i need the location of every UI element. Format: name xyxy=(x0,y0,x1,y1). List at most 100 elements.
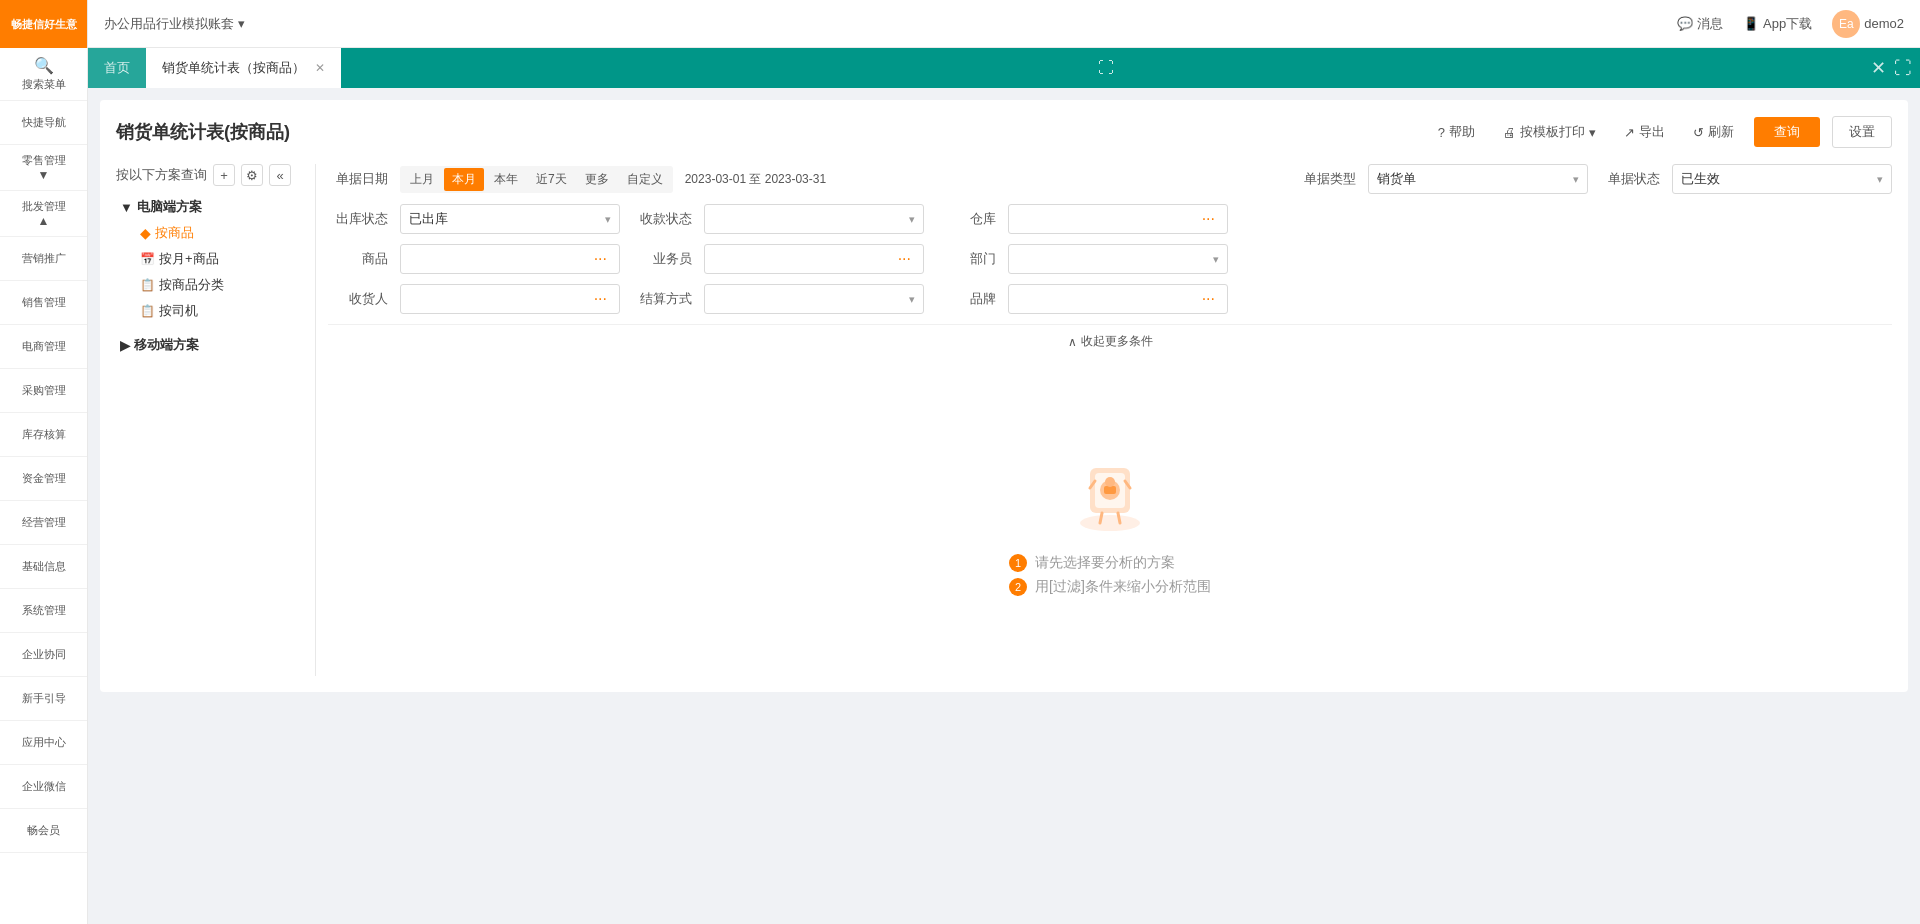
sidebar-item-sales[interactable]: 销售管理 xyxy=(0,281,87,325)
settings-btn[interactable]: 设置 xyxy=(1832,116,1892,148)
company-selector[interactable]: 办公用品行业模拟账套 ▾ xyxy=(104,15,245,33)
sidebar-item-wechat[interactable]: 企业微信 xyxy=(0,765,87,809)
page-actions: ? 帮助 🖨 按模板打印 ▾ ↗ 导出 ↺ 刷新 xyxy=(1430,116,1892,148)
tree-item-by-category[interactable]: 📋 按商品分类 xyxy=(132,272,303,298)
company-name: 办公用品行业模拟账套 xyxy=(104,15,234,33)
cashier-icon: 📋 xyxy=(140,304,155,318)
svg-rect-4 xyxy=(1104,486,1116,494)
sidebar-item-quicknav[interactable]: 快捷导航 xyxy=(0,101,87,145)
sidebar-item-finance[interactable]: 资金管理 xyxy=(0,457,87,501)
page-header: 销货单统计表(按商品) ? 帮助 🖨 按模板打印 ▾ ↗ 导出 xyxy=(116,116,1892,148)
doc-status-arrow-icon: ▾ xyxy=(1877,173,1883,186)
date-tab-this-month[interactable]: 本月 xyxy=(444,168,484,191)
date-tab-this-year[interactable]: 本年 xyxy=(486,168,526,191)
empty-hint: 1 请先选择要分析的方案 2 用[过滤]条件来缩小分析范围 xyxy=(1009,554,1211,596)
sidebar-item-retail[interactable]: 零售管理 ▼ xyxy=(0,145,87,191)
collapse-panel-btn[interactable]: « xyxy=(269,164,291,186)
user-profile[interactable]: Ea demo2 xyxy=(1832,10,1904,38)
date-tab-last-7-days[interactable]: 近7天 xyxy=(528,168,575,191)
print-btn[interactable]: 🖨 按模板打印 ▾ xyxy=(1495,119,1604,145)
sidebar-item-marketing[interactable]: 营销推广 xyxy=(0,237,87,281)
tree-mobile-group[interactable]: ▶ 移动端方案 xyxy=(116,332,303,358)
page-container: 销货单统计表(按商品) ? 帮助 🖨 按模板打印 ▾ ↗ 导出 xyxy=(100,100,1908,692)
tree-item-by-month-goods[interactable]: 📅 按月+商品 xyxy=(132,246,303,272)
sidebar-item-vip[interactable]: 畅会员 xyxy=(0,809,87,853)
tree-pc-group[interactable]: ▼ 电脑端方案 xyxy=(116,194,303,220)
search-icon: 🔍 xyxy=(34,56,54,75)
avatar: Ea xyxy=(1832,10,1860,38)
out-status-select[interactable]: 已出库 ▾ xyxy=(400,204,620,234)
topbar: 办公用品行业模拟账套 ▾ 💬 消息 📱 App下载 Ea demo2 xyxy=(88,0,1920,48)
receipt-status-arrow-icon: ▾ xyxy=(909,213,915,226)
sales-report-tab-label: 销货单统计表（按商品） xyxy=(162,59,305,77)
receipt-status-select[interactable]: ▾ xyxy=(704,204,924,234)
sidebar-item-basic[interactable]: 基础信息 xyxy=(0,545,87,589)
warehouse-select[interactable]: ··· xyxy=(1008,204,1228,234)
brand-select[interactable]: ··· xyxy=(1008,284,1228,314)
goods-select[interactable]: ··· xyxy=(400,244,620,274)
date-range-display: 2023-03-01 至 2023-03-31 xyxy=(685,171,826,188)
tree-item-by-cashier[interactable]: 📋 按司机 xyxy=(132,298,303,324)
doc-type-select[interactable]: 销货单 ▾ xyxy=(1368,164,1588,194)
date-tab-last-month[interactable]: 上月 xyxy=(402,168,442,191)
date-tab-more[interactable]: 更多 xyxy=(577,168,617,191)
sidebar-item-enterprise[interactable]: 企业协同 xyxy=(0,633,87,677)
dept-arrow-icon: ▾ xyxy=(1213,253,1219,266)
empty-state: 1 请先选择要分析的方案 2 用[过滤]条件来缩小分析范围 xyxy=(328,358,1892,676)
scheme-settings-btn[interactable]: ⚙ xyxy=(241,164,263,186)
doc-type-label: 单据类型 xyxy=(1296,170,1356,188)
staff-dots-icon[interactable]: ··· xyxy=(894,250,915,268)
svg-line-8 xyxy=(1100,513,1102,523)
filter-row-1: 单据日期 上月 本月 本年 近7天 更多 自定义 2023-03-01 至 20… xyxy=(328,164,1892,194)
filter-area: 按以下方案查询 + ⚙ « ▼ 电脑端方案 ◆ 按商品 xyxy=(116,164,1892,676)
sidebar-item-search[interactable]: 🔍 搜索菜单 xyxy=(0,48,87,101)
tab-expand-btn[interactable]: ⛶ xyxy=(1086,59,1126,77)
app-download-btn[interactable]: 📱 App下载 xyxy=(1743,15,1812,33)
sidebar-item-wholesale[interactable]: 批发管理 ▲ xyxy=(0,191,87,237)
collapse-btn[interactable]: ∧ 收起更多条件 xyxy=(1068,333,1153,350)
date-tabs: 上月 本月 本年 近7天 更多 自定义 xyxy=(400,166,673,193)
tabbar: 首页 销货单统计表（按商品） ✕ ⛶ ✕ ⛶ xyxy=(88,48,1920,88)
receiver-select[interactable]: ··· xyxy=(400,284,620,314)
tree-item-by-goods[interactable]: ◆ 按商品 xyxy=(132,220,303,246)
hint-item-2: 2 用[过滤]条件来缩小分析范围 xyxy=(1009,578,1211,596)
payment-select[interactable]: ▾ xyxy=(704,284,924,314)
filter-row-2: 出库状态 已出库 ▾ 收款状态 ▾ 仓库 ··· xyxy=(328,204,1892,234)
brand-dots-icon[interactable]: ··· xyxy=(1198,290,1219,308)
sidebar-item-operations[interactable]: 经营管理 xyxy=(0,501,87,545)
goods-dots-icon[interactable]: ··· xyxy=(590,250,611,268)
tab-home[interactable]: 首页 xyxy=(88,48,146,88)
warehouse-dots-icon[interactable]: ··· xyxy=(1198,210,1219,228)
staff-select[interactable]: ··· xyxy=(704,244,924,274)
export-btn[interactable]: ↗ 导出 xyxy=(1616,119,1673,145)
sidebar-item-inventory[interactable]: 库存核算 xyxy=(0,413,87,457)
window-maximize-btn[interactable]: ⛶ xyxy=(1894,58,1912,79)
sidebar-item-guide[interactable]: 新手引导 xyxy=(0,677,87,721)
brand-label: 品牌 xyxy=(936,290,996,308)
collapse-up-icon: ∧ xyxy=(1068,335,1077,349)
message-icon: 💬 xyxy=(1677,16,1693,31)
receiver-dots-icon[interactable]: ··· xyxy=(590,290,611,308)
query-btn[interactable]: 查询 xyxy=(1754,117,1820,147)
sidebar: 畅捷信好生意 🔍 搜索菜单 快捷导航 零售管理 ▼ 批发管理 ▲ 营销推广 销售… xyxy=(0,0,88,924)
window-close-btn[interactable]: ✕ xyxy=(1871,57,1886,79)
empty-illustration xyxy=(1060,438,1160,538)
tab-close-icon[interactable]: ✕ xyxy=(315,61,325,75)
dept-select[interactable]: ▾ xyxy=(1008,244,1228,274)
date-label: 单据日期 xyxy=(328,170,388,188)
tab-sales-report[interactable]: 销货单统计表（按商品） ✕ xyxy=(146,48,341,88)
refresh-btn[interactable]: ↺ 刷新 xyxy=(1685,119,1742,145)
sidebar-item-ecommerce[interactable]: 电商管理 xyxy=(0,325,87,369)
message-btn[interactable]: 💬 消息 xyxy=(1677,15,1723,33)
date-tab-custom[interactable]: 自定义 xyxy=(619,168,671,191)
help-btn[interactable]: ? 帮助 xyxy=(1430,119,1483,145)
doc-status-select[interactable]: 已生效 ▾ xyxy=(1672,164,1892,194)
sidebar-item-appcenter[interactable]: 应用中心 xyxy=(0,721,87,765)
phone-icon: 📱 xyxy=(1743,16,1759,31)
goods-label: 商品 xyxy=(328,250,388,268)
doc-status-value: 已生效 xyxy=(1681,170,1720,188)
warehouse-label: 仓库 xyxy=(936,210,996,228)
sidebar-item-purchase[interactable]: 采购管理 xyxy=(0,369,87,413)
add-scheme-btn[interactable]: + xyxy=(213,164,235,186)
sidebar-item-system[interactable]: 系统管理 xyxy=(0,589,87,633)
